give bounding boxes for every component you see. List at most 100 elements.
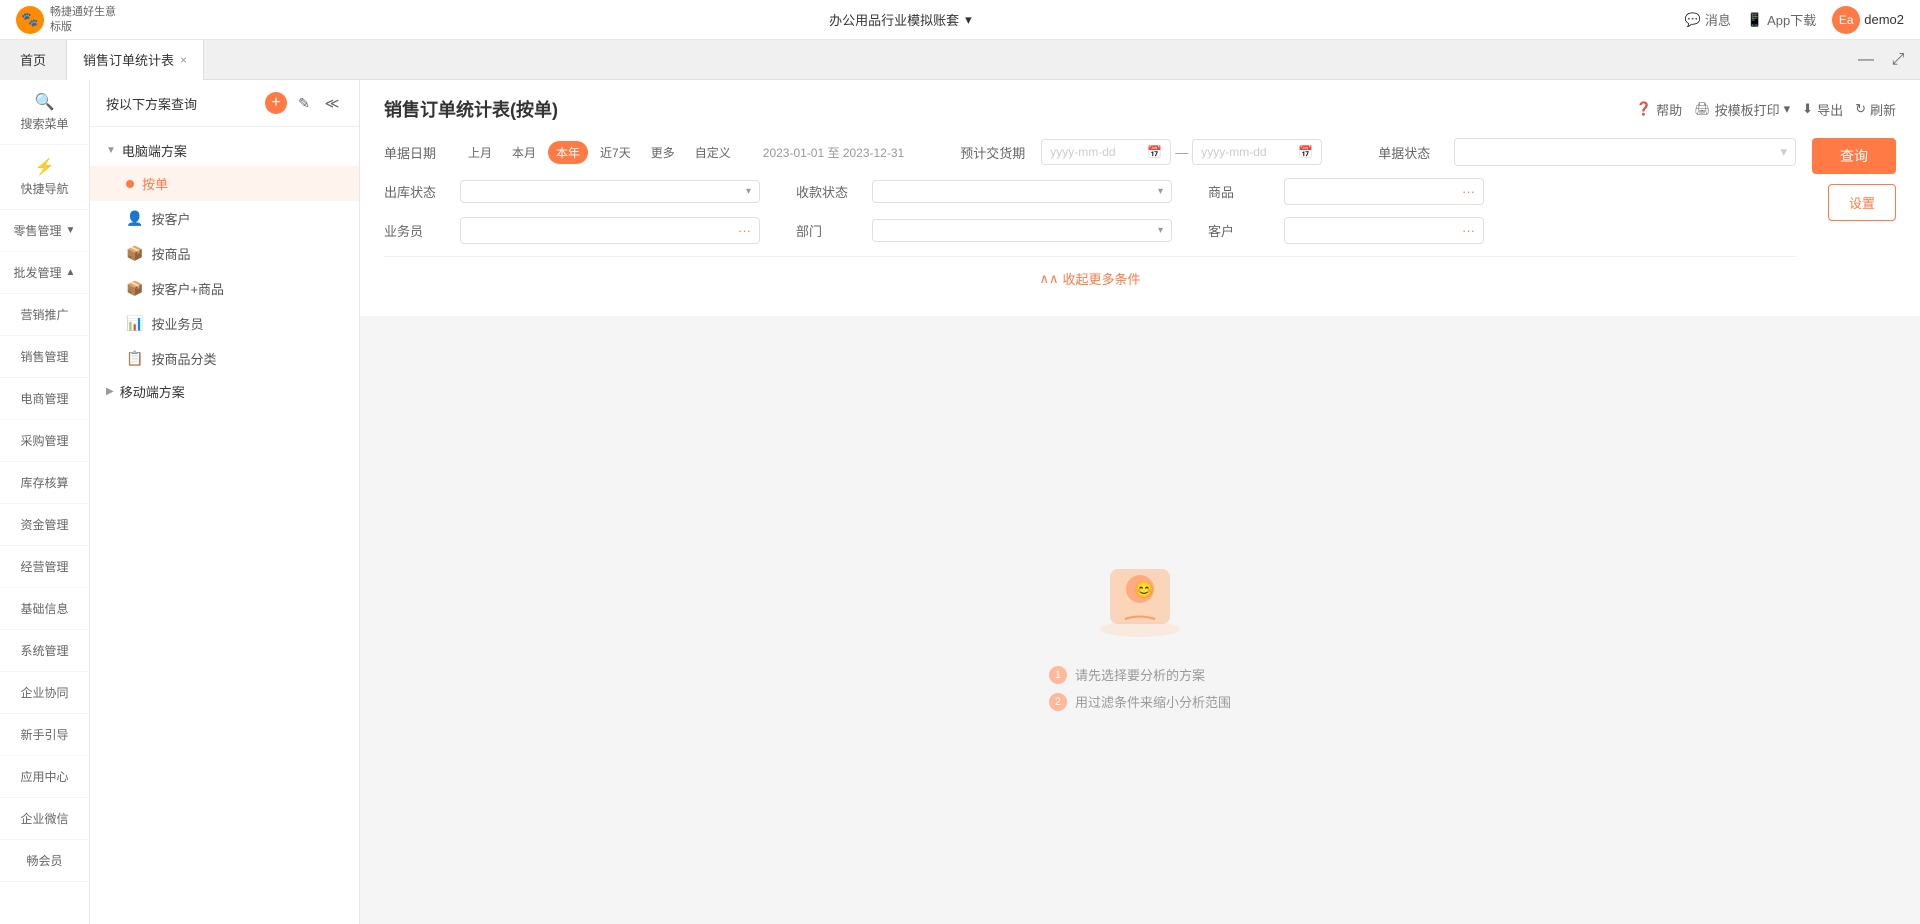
top-bar-left: 🐾 畅捷通好生意 标版 — [16, 5, 116, 34]
sidebar-item-member[interactable]: 畅会员 — [0, 840, 89, 882]
collapse-filter-button[interactable]: ∧∧ 收起更多条件 — [384, 261, 1796, 296]
sidebar-item-ops[interactable]: 经营管理 — [0, 546, 89, 588]
export-button[interactable]: ⬇ 导出 — [1802, 100, 1843, 119]
sidebar-item-newbie[interactable]: 新手引导 — [0, 714, 89, 756]
message-button[interactable]: 💬 消息 — [1685, 10, 1731, 29]
sidebar-item-finance[interactable]: 资金管理 — [0, 504, 89, 546]
scheme-item-by-customer-product[interactable]: 📦 按客户+商品 — [90, 271, 359, 306]
sidebar-item-apps[interactable]: 应用中心 — [0, 756, 89, 798]
sidebar-item-marketing[interactable]: 营销推广 — [0, 294, 89, 336]
date-tab-this-month[interactable]: 本月 — [504, 141, 544, 164]
search-icon: 🔍 — [35, 92, 55, 112]
main-layout: 🔍 搜索菜单 ⚡ 快捷导航 零售管理 ▼ 批发管理 ▲ 营销推广 销售管理 电商… — [0, 80, 1920, 924]
edit-scheme-button[interactable]: ✎ — [293, 92, 315, 114]
payment-status-select[interactable]: ▾ — [872, 180, 1172, 203]
mobile-group-expand-icon: ▶ — [106, 386, 114, 397]
customer-dots-icon[interactable]: ··· — [1462, 223, 1475, 238]
sidebar-item-enterprise[interactable]: 企业协同 — [0, 672, 89, 714]
customer-product-icon: 📦 — [126, 280, 143, 297]
user-profile[interactable]: Ea demo2 — [1832, 6, 1904, 34]
customer-select[interactable]: ··· — [1284, 217, 1484, 244]
sidebar-item-inventory[interactable]: 库存核算 — [0, 462, 89, 504]
scheme-panel-title: 按以下方案查询 — [106, 94, 197, 113]
sidebar-item-retail[interactable]: 零售管理 ▼ — [0, 210, 89, 252]
sidebar-item-search[interactable]: 🔍 搜索菜单 — [0, 80, 89, 145]
print-dropdown-icon: ▾ — [1784, 101, 1791, 117]
tab-home[interactable]: 首页 — [0, 40, 67, 80]
minimize-icon[interactable]: — — [1852, 46, 1880, 74]
date-tab-this-year[interactable]: 本年 — [548, 141, 588, 164]
scheme-panel-header: 按以下方案查询 + ✎ ≪ — [90, 80, 359, 127]
hint-number-2: 2 — [1049, 693, 1067, 711]
sidebar-item-system[interactable]: 系统管理 — [0, 630, 89, 672]
salesperson-dots-icon[interactable]: ··· — [738, 223, 751, 238]
active-indicator — [126, 180, 134, 188]
sidebar: 🔍 搜索菜单 ⚡ 快捷导航 零售管理 ▼ 批发管理 ▲ 营销推广 销售管理 电商… — [0, 80, 90, 924]
date-tab-custom[interactable]: 自定义 — [687, 141, 739, 164]
sidebar-item-quicknav[interactable]: ⚡ 快捷导航 — [0, 145, 89, 210]
date-label: 单据日期 — [384, 143, 444, 162]
add-scheme-button[interactable]: + — [265, 92, 287, 114]
content-area: 按以下方案查询 + ✎ ≪ ▼ 电脑端方案 按单 — [90, 80, 1920, 924]
expand-icon[interactable]: ⤢ — [1884, 46, 1912, 74]
help-button[interactable]: ❓ 帮助 — [1636, 100, 1682, 119]
scheme-item-by-customer[interactable]: 👤 按客户 — [90, 201, 359, 236]
scheme-group-pc-header[interactable]: ▼ 电脑端方案 — [90, 135, 359, 166]
doc-status-select[interactable]: ▾ — [1454, 138, 1796, 166]
department-label: 部门 — [796, 221, 856, 240]
delivery-dropdown-icon: ▾ — [746, 186, 751, 197]
tab-sales-order-stats[interactable]: 销售订单统计表 × — [67, 40, 204, 80]
status-dropdown-icon: ▾ — [1780, 144, 1787, 160]
date-tab-more[interactable]: 更多 — [643, 141, 683, 164]
scheme-item-by-product[interactable]: 📦 按商品 — [90, 236, 359, 271]
export-icon: ⬇ — [1802, 101, 1813, 117]
sidebar-item-wechat[interactable]: 企业微信 — [0, 798, 89, 840]
tab-close-icon[interactable]: × — [180, 53, 187, 67]
product-dots-icon[interactable]: ··· — [1462, 184, 1475, 199]
print-button[interactable]: 🖨 按模板打印 ▾ — [1694, 100, 1790, 119]
date-range-display: 2023-01-01 至 2023-12-31 — [763, 144, 904, 161]
date-tab-last-month[interactable]: 上月 — [460, 141, 500, 164]
quicknav-icon: ⚡ — [35, 157, 55, 177]
sidebar-item-purchase[interactable]: 采购管理 — [0, 420, 89, 462]
scheme-item-by-salesperson[interactable]: 📊 按业务员 — [90, 306, 359, 341]
scheme-group-mobile-header[interactable]: ▶ 移动端方案 — [90, 376, 359, 407]
delivery-status-select[interactable]: ▾ — [460, 180, 760, 203]
expected-delivery-label: 预计交货期 — [960, 143, 1025, 162]
product-label: 商品 — [1208, 182, 1268, 201]
scheme-panel: 按以下方案查询 + ✎ ≪ ▼ 电脑端方案 按单 — [90, 80, 360, 924]
refresh-button[interactable]: ↻ 刷新 — [1855, 100, 1896, 119]
collapse-scheme-button[interactable]: ≪ — [321, 92, 343, 114]
filter-row-1: 单据日期 上月 本月 本年 近7天 更多 自定义 2023-01-01 至 20… — [384, 138, 1796, 166]
page-title: 销售订单统计表(按单) — [384, 96, 558, 122]
sidebar-item-wholesale[interactable]: 批发管理 ▲ — [0, 252, 89, 294]
sidebar-item-basic[interactable]: 基础信息 — [0, 588, 89, 630]
setup-button[interactable]: 设置 — [1828, 184, 1896, 221]
retail-arrow-icon: ▼ — [66, 225, 76, 236]
delivery-date-end[interactable]: yyyy-mm-dd 📅 — [1192, 139, 1322, 165]
calendar-icon-start: 📅 — [1147, 145, 1162, 159]
payment-dropdown-icon: ▾ — [1158, 186, 1163, 197]
query-button[interactable]: 查询 — [1812, 138, 1896, 174]
scheme-item-by-order[interactable]: 按单 — [90, 166, 359, 201]
date-tab-last7[interactable]: 近7天 — [592, 141, 639, 164]
product-select[interactable]: ··· — [1284, 178, 1484, 205]
empty-state: 😊 1 请先选择要分析的方案 2 用过滤条件来缩小分析范围 — [360, 316, 1920, 924]
scheme-group-title: 电脑端方案 — [122, 141, 187, 160]
top-bar-right: 💬 消息 📱 App下载 Ea demo2 — [1685, 6, 1904, 34]
calendar-icon-end: 📅 — [1298, 145, 1313, 159]
customer-icon: 👤 — [126, 210, 143, 227]
scheme-item-by-category[interactable]: 📋 按商品分类 — [90, 341, 359, 376]
sidebar-item-sales[interactable]: 销售管理 — [0, 336, 89, 378]
delivery-date-start[interactable]: yyyy-mm-dd 📅 — [1041, 139, 1171, 165]
department-select[interactable]: ▾ — [872, 219, 1172, 242]
logo-text: 畅捷通好生意 标版 — [50, 5, 116, 34]
sidebar-item-ecom[interactable]: 电商管理 — [0, 378, 89, 420]
salesperson-select[interactable]: ··· — [460, 217, 760, 244]
company-selector[interactable]: 办公用品行业模拟账套 ▾ — [829, 10, 972, 29]
scheme-panel-actions: + ✎ ≪ — [265, 92, 343, 114]
help-icon: ❓ — [1636, 101, 1652, 117]
empty-hint-1: 1 请先选择要分析的方案 — [1049, 665, 1231, 684]
app-download-button[interactable]: 📱 App下载 — [1747, 10, 1816, 29]
department-dropdown-icon: ▾ — [1158, 225, 1163, 236]
